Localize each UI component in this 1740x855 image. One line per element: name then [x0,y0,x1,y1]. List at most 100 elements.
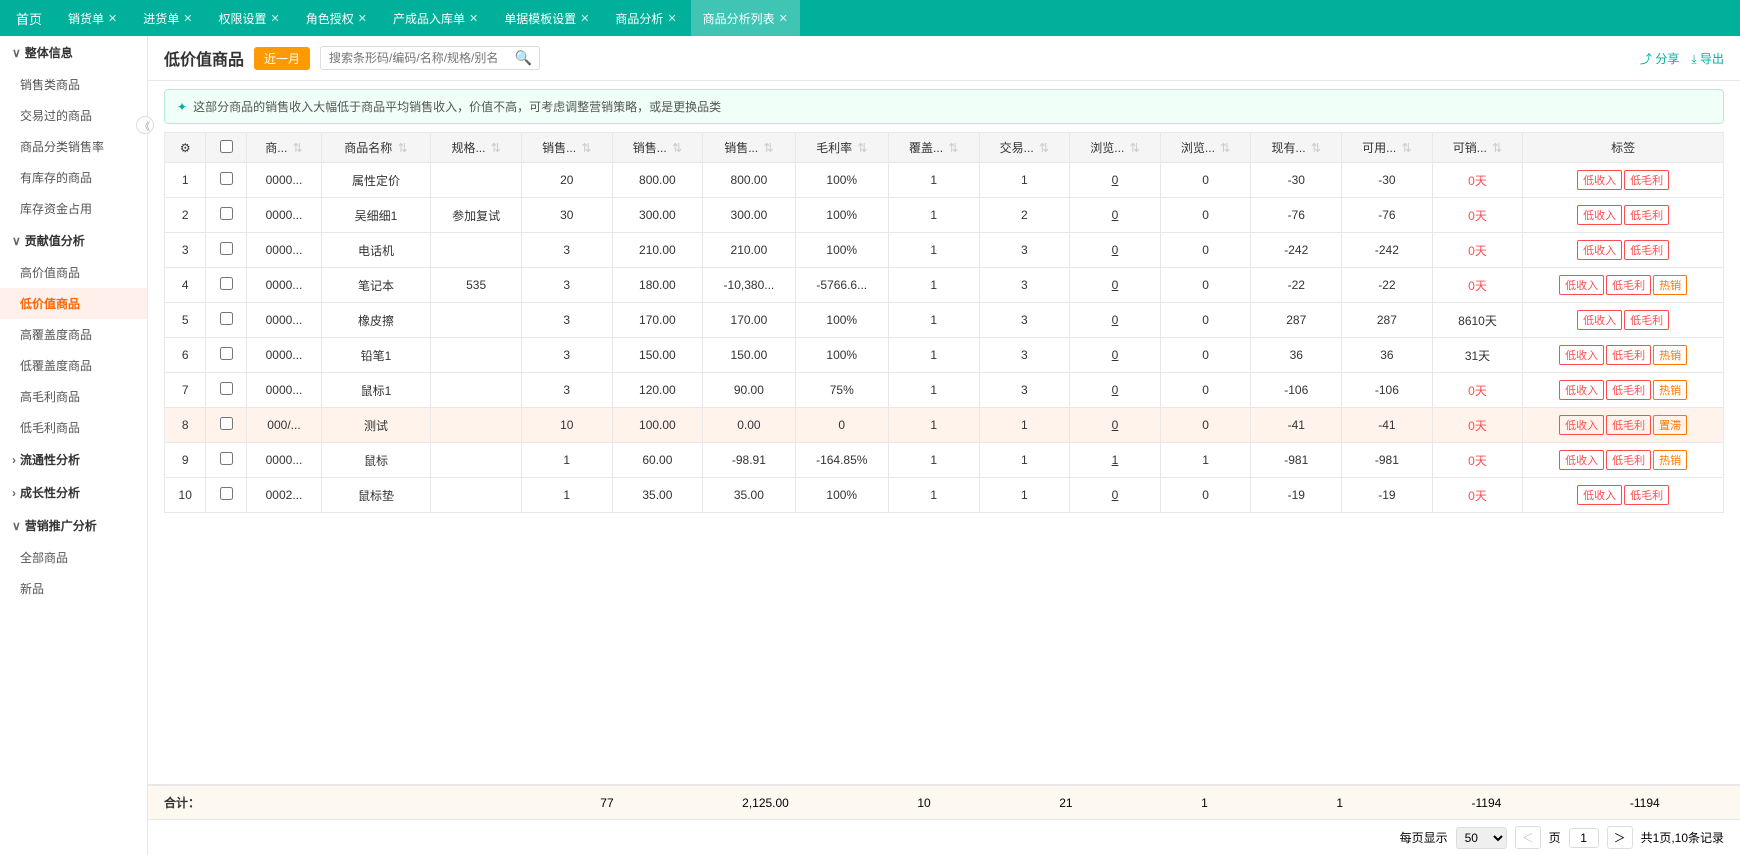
col-coverage[interactable]: 覆盖... ⇅ [888,133,979,163]
sidebar-item-low-margin[interactable]: 低毛利商品 [0,412,147,443]
sidebar-item-stock-goods[interactable]: 有库存的商品 [0,162,147,193]
sidebar-item-all-goods[interactable]: 全部商品 [0,542,147,573]
row-sales-qty: 30 [521,198,612,233]
row-current-stock: -30 [1251,163,1342,198]
row-checkbox[interactable] [220,417,233,430]
row-views1[interactable]: 0 [1070,198,1161,233]
nav-goods-list[interactable]: 商品分析列表 ✕ [691,0,800,36]
row-views1[interactable]: 0 [1070,303,1161,338]
next-page-btn[interactable]: ＞ [1607,826,1633,849]
nav-close-role[interactable]: ✕ [358,12,367,25]
row-name: 电话机 [321,233,431,268]
row-checkbox[interactable] [220,487,233,500]
row-spec [431,478,522,513]
nav-close-goods-analysis[interactable]: ✕ [667,12,676,25]
col-gross-rate[interactable]: 毛利率 ⇅ [795,133,888,163]
row-views1[interactable]: 0 [1070,478,1161,513]
col-views1[interactable]: 浏览... ⇅ [1070,133,1161,163]
export-btn[interactable]: ⤓ 导出 [1691,50,1724,67]
col-sales-val[interactable]: 销售... ⇅ [703,133,795,163]
sidebar-item-category-rate[interactable]: 商品分类销售率 [0,131,147,162]
nav-purchase[interactable]: 进货单 ✕ [131,0,204,36]
sidebar-item-high-value[interactable]: 高价值商品 [0,257,147,288]
page-number-input[interactable] [1569,828,1599,848]
row-views1[interactable]: 0 [1070,163,1161,198]
search-icon[interactable]: 🔍 [515,50,532,67]
row-sales-amount: 150.00 [612,338,703,373]
nav-close-finished[interactable]: ✕ [469,12,478,25]
sidebar-group-contribution[interactable]: ∨ 贡献值分析 [0,224,147,257]
col-spec[interactable]: 规格... ⇅ [431,133,522,163]
row-checkbox[interactable] [220,277,233,290]
nav-permission[interactable]: 权限设置 ✕ [206,0,291,36]
search-input[interactable] [320,46,540,70]
nav-goods-analysis[interactable]: 商品分析 ✕ [603,0,688,36]
sidebar-item-high-margin[interactable]: 高毛利商品 [0,381,147,412]
col-current-stock[interactable]: 现有... ⇅ [1251,133,1342,163]
sidebar-item-stock-capital[interactable]: 库存资金占用 [0,193,147,224]
col-sales-amount[interactable]: 销售... ⇅ [612,133,703,163]
row-checkbox-cell [206,268,247,303]
nav-sales[interactable]: 销货单 ✕ [56,0,129,36]
select-all-checkbox[interactable] [220,140,233,153]
sidebar-item-traded-goods[interactable]: 交易过的商品 [0,100,147,131]
row-checkbox[interactable] [220,347,233,360]
nav-close-goods-list[interactable]: ✕ [779,12,788,25]
sidebar-item-low-coverage[interactable]: 低覆盖度商品 [0,350,147,381]
row-checkbox[interactable] [220,172,233,185]
row-saleable: 8610天 [1432,303,1523,338]
sidebar-group-growth[interactable]: › 成长性分析 [0,476,147,509]
nav-finished[interactable]: 产成品入库单 ✕ [381,0,490,36]
sidebar-item-low-value[interactable]: 低价值商品 [0,288,147,319]
row-coverage: 1 [888,408,979,443]
col-name[interactable]: 商品名称 ⇅ [321,133,431,163]
row-gross-rate: 100% [795,233,888,268]
col-settings[interactable]: ⚙ [165,133,206,163]
row-checkbox[interactable] [220,312,233,325]
filter-recent-month-btn[interactable]: 近一月 [254,47,310,70]
sidebar-item-new-goods[interactable]: 新品 [0,573,147,604]
row-views1[interactable]: 0 [1070,373,1161,408]
row-checkbox[interactable] [220,242,233,255]
row-views1[interactable]: 1 [1070,443,1161,478]
col-code[interactable]: 商... ⇅ [247,133,321,163]
row-views1[interactable]: 0 [1070,268,1161,303]
row-views2: 1 [1160,443,1251,478]
per-page-select[interactable]: 50 100 [1456,827,1507,849]
nav-close-template[interactable]: ✕ [580,12,589,25]
sidebar-group-marketing[interactable]: ∨ 营销推广分析 [0,509,147,542]
sidebar-collapse-btn[interactable]: 《 [136,116,154,134]
row-views1[interactable]: 0 [1070,408,1161,443]
col-sales-qty[interactable]: 销售... ⇅ [521,133,612,163]
sidebar-group-liquidity[interactable]: › 流通性分析 [0,443,147,476]
col-checkbox-header[interactable] [206,133,247,163]
row-gross-rate: 100% [795,163,888,198]
col-saleable[interactable]: 可销... ⇅ [1432,133,1523,163]
nav-close-permission[interactable]: ✕ [271,12,280,25]
row-index: 5 [165,303,206,338]
prev-page-btn[interactable]: ＜ [1515,826,1541,849]
table-row: 30000...电话机3210.00210.00100%1300-242-242… [165,233,1724,268]
row-views1[interactable]: 0 [1070,233,1161,268]
nav-template[interactable]: 单据模板设置 ✕ [492,0,601,36]
nav-home[interactable]: 首页 [4,0,54,36]
share-btn[interactable]: ⤴ 分享 [1640,50,1679,67]
col-available[interactable]: 可用... ⇅ [1342,133,1433,163]
row-checkbox[interactable] [220,207,233,220]
row-checkbox[interactable] [220,452,233,465]
col-trades[interactable]: 交易... ⇅ [979,133,1070,163]
sidebar-item-high-coverage[interactable]: 高覆盖度商品 [0,319,147,350]
nav-close-sales[interactable]: ✕ [108,12,117,25]
row-views1[interactable]: 0 [1070,338,1161,373]
col-views2[interactable]: 浏览... ⇅ [1160,133,1251,163]
nav-role[interactable]: 角色授权 ✕ [294,0,379,36]
row-checkbox[interactable] [220,382,233,395]
arrow-icon-2: ∨ [12,234,21,248]
row-code: 0000... [247,233,321,268]
sidebar-item-sales-goods[interactable]: 销售类商品 [0,69,147,100]
row-sales-val: 90.00 [703,373,795,408]
nav-close-purchase[interactable]: ✕ [183,12,192,25]
sidebar-group-overview[interactable]: ∨ 整体信息 [0,36,147,69]
row-gross-rate: 100% [795,338,888,373]
row-checkbox-cell [206,338,247,373]
